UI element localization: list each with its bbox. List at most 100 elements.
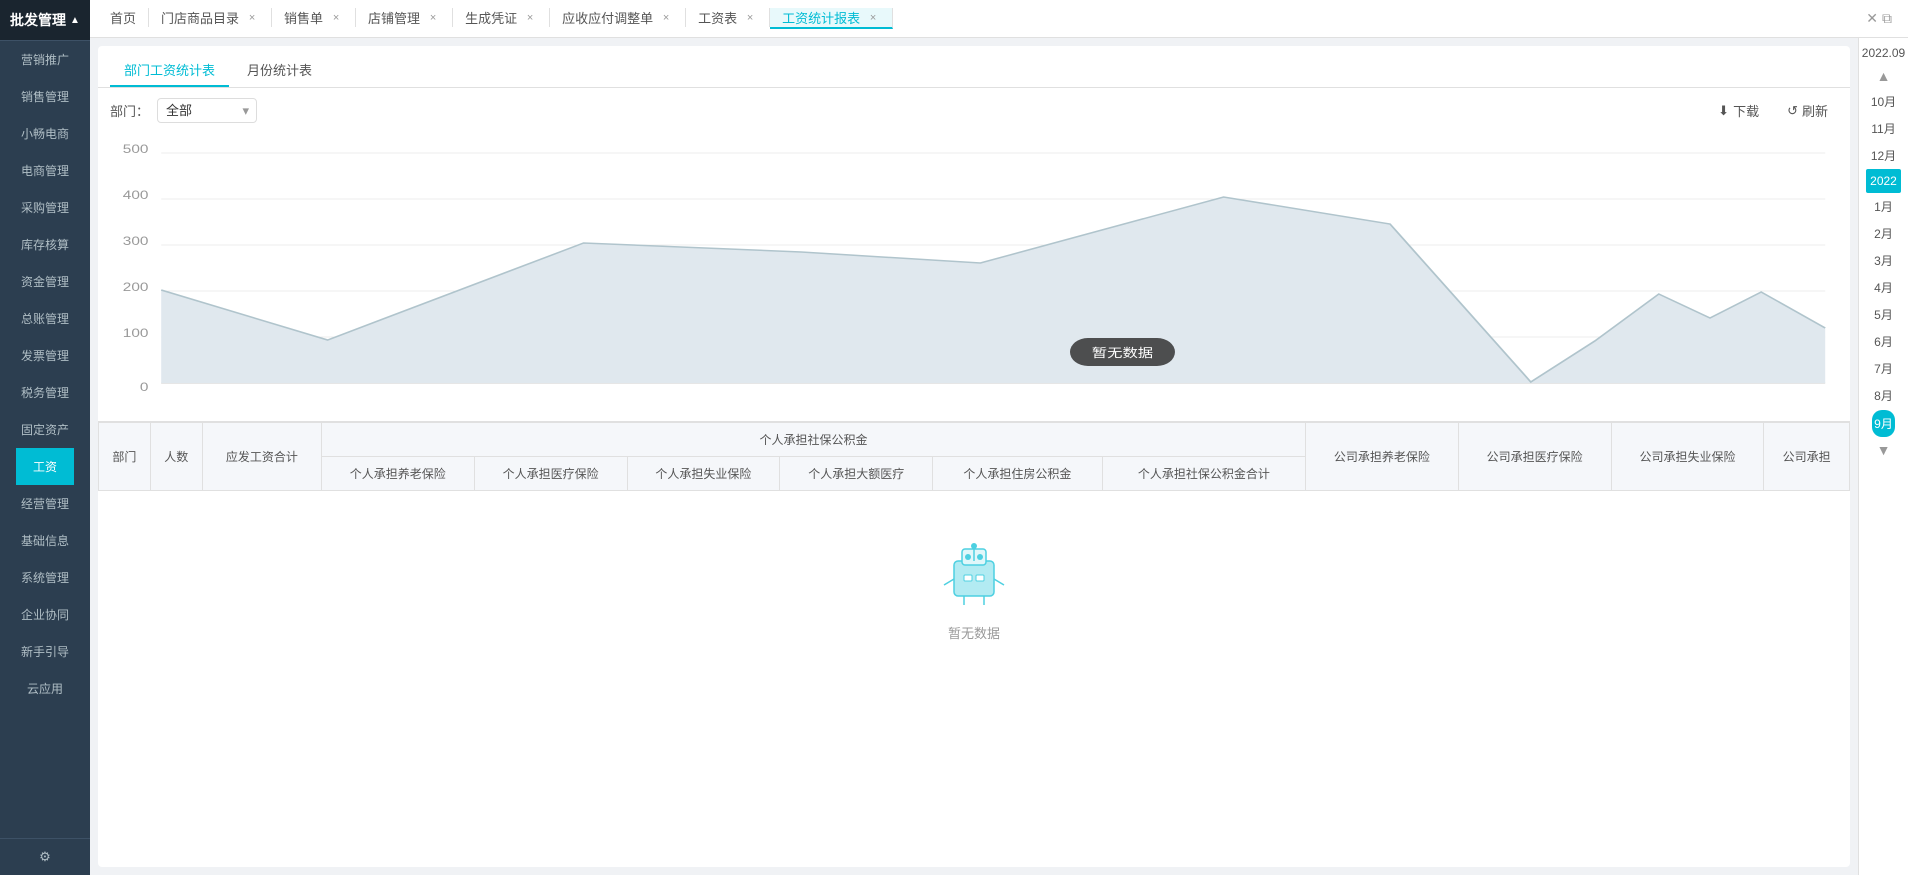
sidebar-item-总账管理[interactable]: 总账管理 — [16, 300, 74, 337]
sub-tab-bar: 部门工资统计表月份统计表 — [98, 46, 1850, 88]
sidebar-item-企业协同[interactable]: 企业协同 — [16, 596, 74, 633]
tab-bar: 首页门店商品目录×销售单×店铺管理×生成凭证×应收应付调整单×工资表×工资统计报… — [90, 0, 1908, 38]
timeline-up-arrow[interactable]: ▲ — [1859, 64, 1908, 88]
sidebar-item-电商管理[interactable]: 电商管理 — [16, 152, 74, 189]
sidebar-item-营销推广[interactable]: 营销推广 — [16, 41, 74, 78]
sidebar-header[interactable]: 批发管理 ▲ — [0, 0, 90, 41]
tab-close-2[interactable]: × — [329, 11, 343, 25]
chart-area: 500 400 300 200 100 0 — [98, 133, 1850, 421]
empty-state: 暂无数据 — [98, 491, 1850, 682]
tab-2[interactable]: 销售单× — [272, 8, 356, 27]
download-button[interactable]: ⬇ 下载 — [1708, 96, 1769, 125]
table-header-row-1: 部门 人数 应发工资合计 个人承担社保公积金 公司承担养老保险 公司承担医疗保险… — [99, 423, 1850, 457]
sidebar-item-新手引导[interactable]: 新手引导 — [16, 633, 74, 670]
sidebar-item-系统管理[interactable]: 系统管理 — [16, 559, 74, 596]
timeline-items: 10月11月12月20221月2月3月4月5月6月7月8月9月 — [1866, 88, 1901, 438]
sidebar-item-基础信息[interactable]: 基础信息 — [16, 522, 74, 559]
close-icon: ✕ — [1866, 10, 1878, 27]
tab-label-4: 生成凭证 — [465, 8, 517, 27]
salary-table: 部门 人数 应发工资合计 个人承担社保公积金 公司承担养老保险 公司承担医疗保险… — [98, 422, 1850, 491]
svg-text:300: 300 — [123, 235, 149, 248]
svg-text:500: 500 — [123, 143, 149, 156]
tab-6[interactable]: 工资表 × — [686, 8, 770, 27]
tab-4[interactable]: 生成凭证 × — [453, 8, 550, 27]
main-area: 首页门店商品目录×销售单×店铺管理×生成凭证×应收应付调整单×工资表×工资统计报… — [90, 0, 1908, 875]
sidebar-item-库存核算[interactable]: 库存核算 — [16, 226, 74, 263]
sidebar-footer-settings[interactable]: ⚙ — [0, 838, 90, 875]
tab-items: 首页门店商品目录×销售单×店铺管理×生成凭证×应收应付调整单×工资表×工资统计报… — [98, 8, 893, 29]
col-personal-total: 个人承担社保公积金合计 — [1102, 457, 1305, 491]
filter-label: 部门： — [110, 101, 149, 120]
tab-label-1: 门店商品目录 — [161, 8, 239, 27]
timeline-item-1月[interactable]: 1月 — [1866, 193, 1901, 220]
col-company-unemployment: 公司承担失业保险 — [1611, 423, 1764, 491]
department-select[interactable]: 全部 — [157, 98, 257, 123]
sidebar-item-发票管理[interactable]: 发票管理 — [16, 337, 74, 374]
col-personal-medical: 个人承担医疗保险 — [474, 457, 627, 491]
tab-5[interactable]: 应收应付调整单 × — [550, 8, 686, 27]
department-select-wrapper: 全部 — [157, 98, 257, 123]
sidebar-item-资金管理[interactable]: 资金管理 — [16, 263, 74, 300]
svg-text:100: 100 — [123, 327, 149, 340]
sidebar-item-固定资产[interactable]: 固定资产 — [16, 411, 74, 448]
download-label: 下载 — [1733, 101, 1759, 120]
timeline-down-arrow[interactable]: ▼ — [1859, 438, 1908, 462]
refresh-icon: ↺ — [1787, 103, 1798, 119]
tab-1[interactable]: 门店商品目录 × — [149, 8, 272, 27]
col-count: 人数 — [150, 423, 202, 491]
sub-tab-1[interactable]: 月份统计表 — [233, 54, 326, 87]
timeline-item-3月[interactable]: 3月 — [1866, 247, 1901, 274]
sidebar-collapse-icon: ▲ — [70, 15, 80, 26]
svg-text:400: 400 — [123, 189, 149, 202]
tab-close-3[interactable]: × — [426, 11, 440, 25]
sidebar-item-税务管理[interactable]: 税务管理 — [16, 374, 74, 411]
sidebar-item-云应用[interactable]: 云应用 — [16, 670, 74, 707]
toolbar: 部门： 全部 ⬇ 下载 ↺ 刷新 — [98, 88, 1850, 133]
timeline-item-6月[interactable]: 6月 — [1866, 328, 1901, 355]
col-personal-housing: 个人承担住房公积金 — [933, 457, 1103, 491]
tab-close-4[interactable]: × — [523, 11, 537, 25]
refresh-button[interactable]: ↺ 刷新 — [1777, 96, 1838, 125]
svg-text:0: 0 — [140, 381, 149, 394]
sidebar: 批发管理 ▲ 营销推广销售管理小畅电商电商管理采购管理库存核算资金管理总账管理发… — [0, 0, 90, 875]
col-dept: 部门 — [99, 423, 151, 491]
tab-close-6[interactable]: × — [743, 11, 757, 25]
timeline-item-7月[interactable]: 7月 — [1866, 355, 1901, 382]
filter-section: 部门： 全部 — [110, 98, 257, 123]
col-personal-unemployment: 个人承担失业保险 — [627, 457, 780, 491]
tab-label-5: 应收应付调整单 — [562, 8, 653, 27]
tab-7[interactable]: 工资统计报表 × — [770, 8, 893, 29]
timeline-item-2月[interactable]: 2月 — [1866, 220, 1901, 247]
sidebar-item-销售管理[interactable]: 销售管理 — [16, 78, 74, 115]
svg-text:200: 200 — [123, 281, 149, 294]
tab-label-7: 工资统计报表 — [782, 8, 860, 27]
salary-chart: 500 400 300 200 100 0 — [110, 133, 1838, 413]
timeline-item-8月[interactable]: 8月 — [1866, 382, 1901, 409]
timeline-item-10月[interactable]: 10月 — [1866, 88, 1901, 115]
col-company-medical: 公司承担医疗保险 — [1458, 423, 1611, 491]
sub-tab-0[interactable]: 部门工资统计表 — [110, 54, 229, 87]
tab-label-6: 工资表 — [698, 8, 737, 27]
timeline-item-2022[interactable]: 2022 — [1866, 169, 1901, 193]
restore-icon: ⧉ — [1882, 10, 1892, 27]
tab-0[interactable]: 首页 — [98, 8, 149, 27]
timeline-item-5月[interactable]: 5月 — [1866, 301, 1901, 328]
timeline-item-12月[interactable]: 12月 — [1866, 142, 1901, 169]
tab-close-7[interactable]: × — [866, 11, 880, 25]
timeline-item-11月[interactable]: 11月 — [1866, 115, 1901, 142]
tab-close-1[interactable]: × — [245, 11, 259, 25]
col-company-pension: 公司承担养老保险 — [1305, 423, 1458, 491]
tab-close-all[interactable]: ✕ ⧉ — [1858, 10, 1900, 27]
sidebar-item-小畅电商[interactable]: 小畅电商 — [16, 115, 74, 152]
timeline-panel: 2022.09 ▲ 10月11月12月20221月2月3月4月5月6月7月8月9… — [1858, 38, 1908, 875]
timeline-item-9月[interactable]: 9月 — [1872, 410, 1895, 437]
timeline-item-4月[interactable]: 4月 — [1866, 274, 1901, 301]
sidebar-item-采购管理[interactable]: 采购管理 — [16, 189, 74, 226]
table-area[interactable]: 部门 人数 应发工资合计 个人承担社保公积金 公司承担养老保险 公司承担医疗保险… — [98, 421, 1850, 867]
download-icon: ⬇ — [1718, 103, 1729, 119]
sidebar-item-经营管理[interactable]: 经营管理 — [16, 485, 74, 522]
tab-close-5[interactable]: × — [659, 11, 673, 25]
empty-text: 暂无数据 — [948, 623, 1000, 642]
sidebar-item-工资[interactable]: 工资 — [16, 448, 74, 485]
tab-3[interactable]: 店铺管理× — [356, 8, 453, 27]
